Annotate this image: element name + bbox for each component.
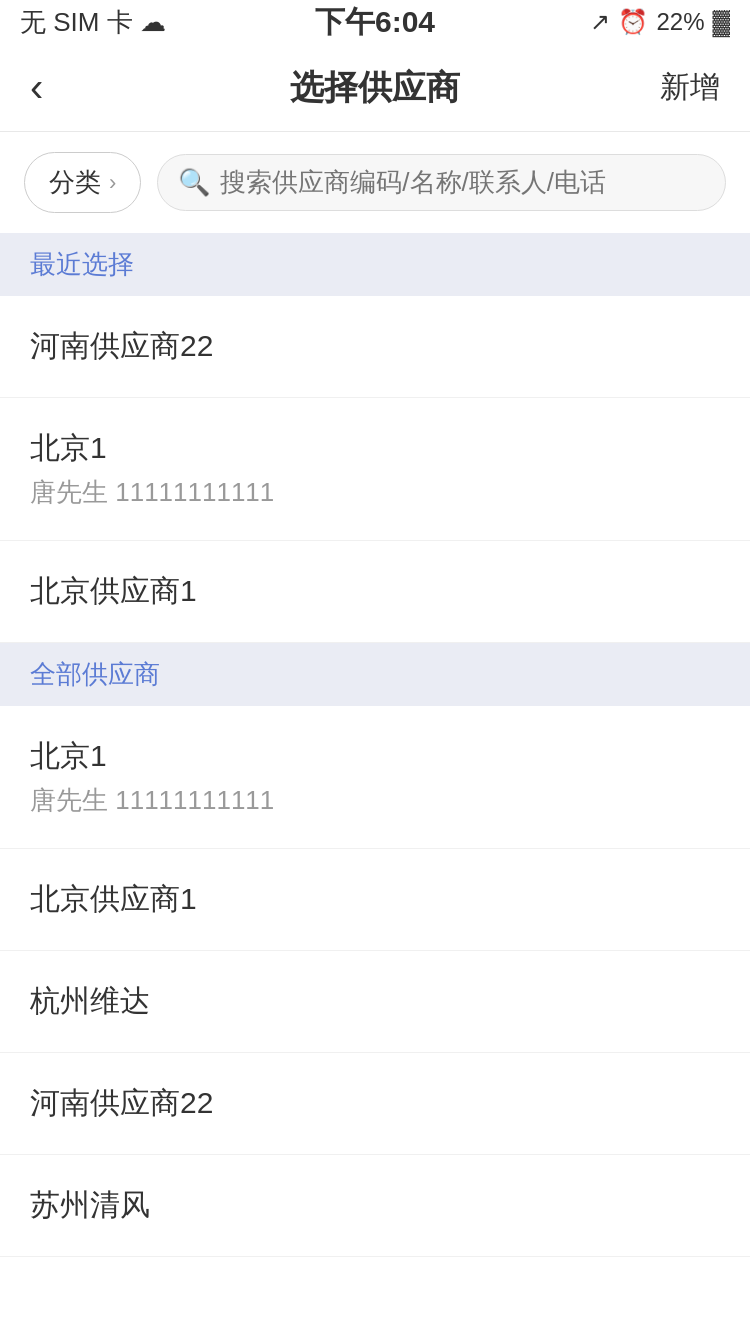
category-label: 分类 — [49, 165, 101, 200]
filter-bar: 分类 › 🔍 — [0, 132, 750, 233]
status-left: 无 SIM 卡 ☁ — [20, 5, 166, 40]
item-name: 河南供应商22 — [30, 326, 720, 367]
all-section-header: 全部供应商 — [0, 643, 750, 706]
status-time: 下午6:04 — [315, 2, 435, 43]
chevron-right-icon: › — [109, 170, 116, 196]
item-name: 北京供应商1 — [30, 571, 720, 612]
add-button[interactable]: 新增 — [640, 67, 720, 108]
item-name: 北京1 — [30, 736, 720, 777]
item-sub: 唐先生 11111111111 — [30, 783, 720, 818]
battery-level: 22% — [656, 8, 704, 36]
item-name: 北京供应商1 — [30, 879, 720, 920]
search-box[interactable]: 🔍 — [157, 154, 726, 211]
status-bar: 无 SIM 卡 ☁ 下午6:04 ↗ ⏰ 22% ▓ — [0, 0, 750, 44]
search-icon: 🔍 — [178, 167, 210, 198]
battery-icon: ▓ — [713, 8, 731, 36]
list-item[interactable]: 苏州清风 — [0, 1155, 750, 1257]
list-item[interactable]: 北京1 唐先生 11111111111 — [0, 706, 750, 849]
recent-section-title: 最近选择 — [30, 249, 134, 279]
item-name: 北京1 — [30, 428, 720, 469]
item-sub: 唐先生 11111111111 — [30, 475, 720, 510]
list-item[interactable]: 河南供应商22 — [0, 296, 750, 398]
all-section-title: 全部供应商 — [30, 659, 160, 689]
sim-status: 无 SIM 卡 ☁ — [20, 5, 166, 40]
category-button[interactable]: 分类 › — [24, 152, 141, 213]
nav-bar: ‹ 选择供应商 新增 — [0, 44, 750, 132]
item-name: 杭州维达 — [30, 981, 720, 1022]
item-name: 苏州清风 — [30, 1185, 720, 1226]
recent-items-list: 河南供应商22 北京1 唐先生 11111111111 北京供应商1 — [0, 296, 750, 643]
recent-section-header: 最近选择 — [0, 233, 750, 296]
search-input[interactable] — [220, 167, 705, 198]
list-item[interactable]: 河南供应商22 — [0, 1053, 750, 1155]
status-right: ↗ ⏰ 22% ▓ — [590, 8, 730, 36]
list-item[interactable]: 杭州维达 — [0, 951, 750, 1053]
back-button[interactable]: ‹ — [30, 65, 110, 110]
list-item[interactable]: 北京1 唐先生 11111111111 — [0, 398, 750, 541]
all-items-list: 北京1 唐先生 11111111111 北京供应商1 杭州维达河南供应商22 苏州清风 — [0, 706, 750, 1257]
list-item[interactable]: 北京供应商1 — [0, 541, 750, 643]
location-icon: ↗ — [590, 8, 610, 36]
alarm-icon: ⏰ — [618, 8, 648, 36]
page-title: 选择供应商 — [290, 65, 460, 111]
item-name: 河南供应商22 — [30, 1083, 720, 1124]
list-item[interactable]: 北京供应商1 — [0, 849, 750, 951]
